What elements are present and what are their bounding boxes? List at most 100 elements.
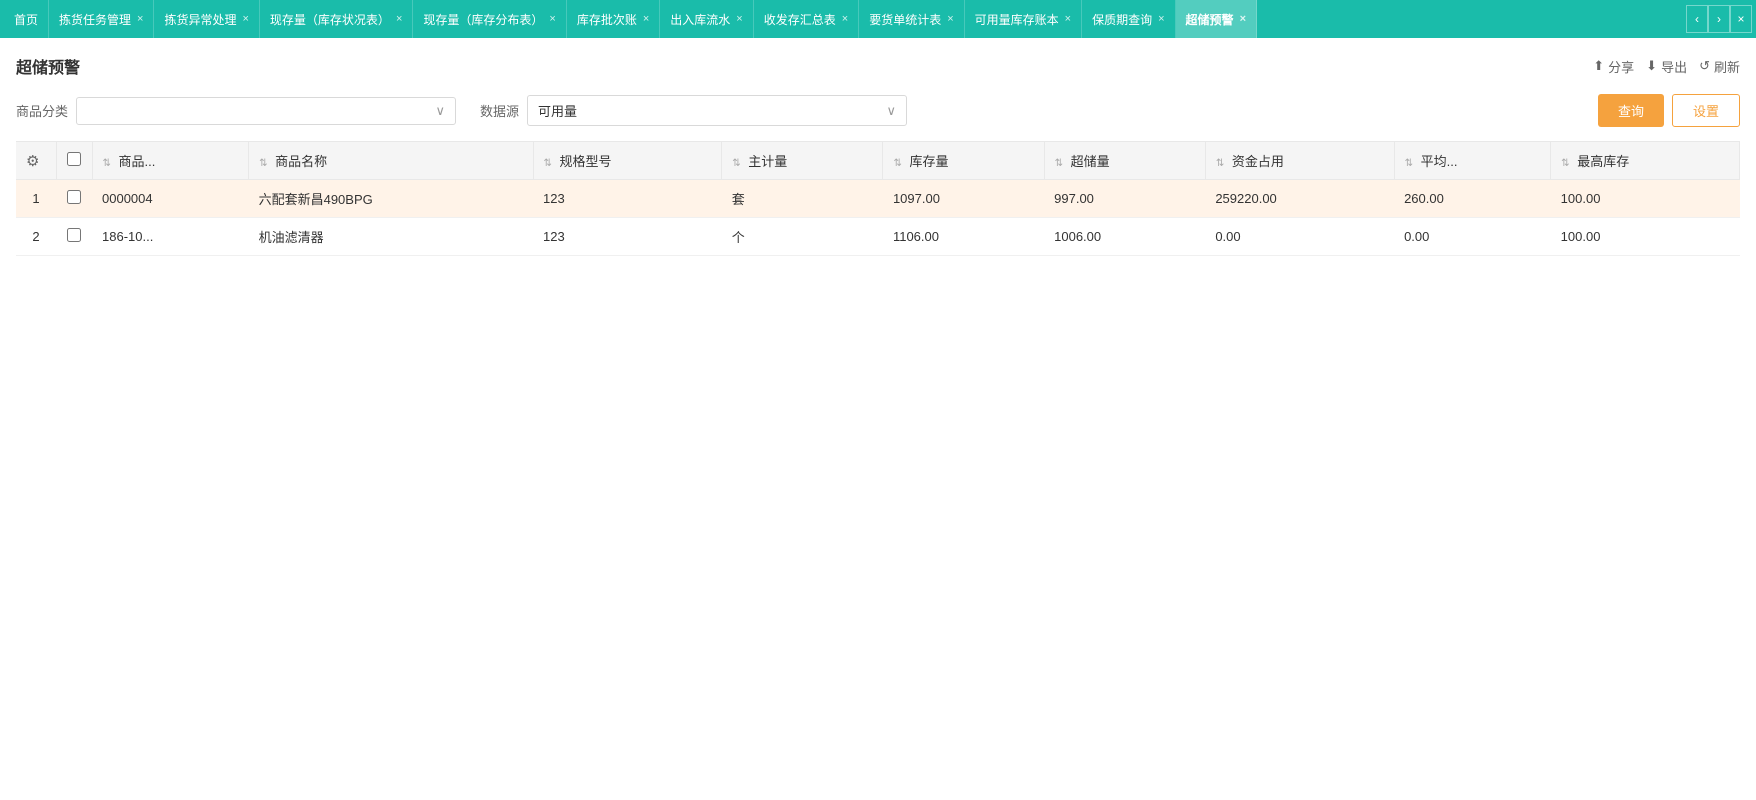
- page-header: 超储预警 ⬆ 分享 ⬇ 导出 ↺ 刷新: [16, 54, 1740, 78]
- tab-tanhuo-abnormal[interactable]: 拣货异常处理 ×: [154, 0, 259, 38]
- col-checkbox-header: [56, 142, 92, 180]
- top-navigation: 首页 拣货任务管理 × 拣货异常处理 × 现存量（库存状况表） × 现存量（库存…: [0, 0, 1756, 38]
- sort-icon-max-stock: ⇅: [1561, 158, 1569, 169]
- col-product-name-header[interactable]: ⇅ 商品名称: [249, 142, 533, 180]
- filter-buttons: 查询 设置: [1598, 94, 1740, 127]
- category-label: 商品分类: [16, 101, 68, 120]
- export-action[interactable]: ⬇ 导出: [1646, 57, 1687, 76]
- datasource-label: 数据源: [480, 101, 519, 120]
- col-unit-header[interactable]: ⇅ 主计量: [722, 142, 883, 180]
- cell-capital-2: 0.00: [1205, 218, 1394, 256]
- col-settings-header: ⚙: [16, 142, 56, 180]
- table-settings-gear[interactable]: ⚙: [26, 153, 39, 170]
- col-capital-header[interactable]: ⇅ 资金占用: [1205, 142, 1394, 180]
- cell-overstock-qty-2: 1006.00: [1044, 218, 1205, 256]
- close-tab-tanhuo-task[interactable]: ×: [137, 13, 143, 25]
- datasource-filter: 数据源 可用量 ∨: [480, 95, 907, 126]
- category-filter: 商品分类 ∨: [16, 97, 456, 125]
- col-stock-qty-header[interactable]: ⇅ 库存量: [883, 142, 1044, 180]
- table-header-row: ⚙ ⇅ 商品... ⇅ 商品名称 ⇅ 规格型号 ⇅: [16, 142, 1740, 180]
- close-tab-recv-send[interactable]: ×: [842, 13, 848, 25]
- row-checkbox-2: [56, 218, 92, 256]
- cell-spec-2: 123: [533, 218, 722, 256]
- tab-overstock-warning[interactable]: 超储预警 ×: [1176, 0, 1257, 38]
- col-spec-header[interactable]: ⇅ 规格型号: [533, 142, 722, 180]
- query-button[interactable]: 查询: [1598, 94, 1664, 127]
- sort-icon-product-name: ⇅: [259, 158, 267, 169]
- share-action[interactable]: ⬆ 分享: [1593, 57, 1634, 76]
- cell-max-stock-2: 100.00: [1551, 218, 1740, 256]
- cell-max-stock-1: 100.00: [1551, 180, 1740, 218]
- tab-in-out-flow[interactable]: 出入库流水 ×: [660, 0, 753, 38]
- row-num-2: 2: [16, 218, 56, 256]
- row-select-2[interactable]: [67, 228, 81, 242]
- nav-next-button[interactable]: ›: [1708, 5, 1730, 33]
- col-avg-price-header[interactable]: ⇅ 平均...: [1394, 142, 1551, 180]
- cell-avg-price-1: 260.00: [1394, 180, 1551, 218]
- close-tab-order-stats[interactable]: ×: [947, 13, 953, 25]
- tab-stock-status[interactable]: 现存量（库存状况表） ×: [260, 0, 413, 38]
- close-tab-stock-dist[interactable]: ×: [549, 13, 555, 25]
- close-tab-overstock-warning[interactable]: ×: [1240, 13, 1246, 25]
- refresh-icon: ↺: [1699, 58, 1710, 74]
- page-title: 超储预警: [16, 54, 80, 78]
- tab-order-stats[interactable]: 要货单统计表 ×: [859, 0, 964, 38]
- tab-home[interactable]: 首页: [4, 0, 49, 38]
- tab-recv-send[interactable]: 收发存汇总表 ×: [754, 0, 859, 38]
- cell-product-code-2: 186-10...: [92, 218, 249, 256]
- data-table: ⚙ ⇅ 商品... ⇅ 商品名称 ⇅ 规格型号 ⇅: [16, 141, 1740, 256]
- row-checkbox-1: [56, 180, 92, 218]
- close-tab-in-out-flow[interactable]: ×: [736, 13, 742, 25]
- cell-product-name-1: 六配套新昌490BPG: [249, 180, 533, 218]
- refresh-action[interactable]: ↺ 刷新: [1699, 57, 1740, 76]
- settings-button[interactable]: 设置: [1672, 94, 1740, 127]
- export-icon: ⬇: [1646, 58, 1657, 74]
- row-select-1[interactable]: [67, 190, 81, 204]
- cell-capital-1: 259220.00: [1205, 180, 1394, 218]
- tab-stock-dist[interactable]: 现存量（库存分布表） ×: [413, 0, 566, 38]
- table-row: 1 0000004 六配套新昌490BPG 123 套 1097.00 997.…: [16, 180, 1740, 218]
- col-overstock-qty-header[interactable]: ⇅ 超储量: [1044, 142, 1205, 180]
- sort-icon-capital: ⇅: [1216, 158, 1224, 169]
- close-tab-tanhuo-abnormal[interactable]: ×: [242, 13, 248, 25]
- close-tab-available-stock[interactable]: ×: [1065, 13, 1071, 25]
- close-tab-quality-expire[interactable]: ×: [1158, 13, 1164, 25]
- col-product-code-header[interactable]: ⇅ 商品...: [92, 142, 249, 180]
- datasource-dropdown-icon: ∨: [887, 103, 897, 119]
- nav-prev-button[interactable]: ‹: [1686, 5, 1708, 33]
- tab-available-stock[interactable]: 可用量库存账本 ×: [965, 0, 1082, 38]
- col-max-stock-header[interactable]: ⇅ 最高库存: [1551, 142, 1740, 180]
- sort-icon-product-code: ⇅: [103, 158, 111, 169]
- cell-stock-qty-2: 1106.00: [883, 218, 1044, 256]
- datasource-value: 可用量: [538, 101, 577, 120]
- tab-tanhuo-task[interactable]: 拣货任务管理 ×: [49, 0, 154, 38]
- category-dropdown-icon: ∨: [436, 103, 446, 119]
- cell-spec-1: 123: [533, 180, 722, 218]
- close-tab-stock-status[interactable]: ×: [396, 13, 402, 25]
- sort-icon-stock-qty: ⇅: [893, 158, 901, 169]
- cell-product-name-2: 机油滤清器: [249, 218, 533, 256]
- page-container: 超储预警 ⬆ 分享 ⬇ 导出 ↺ 刷新 商品分类 ∨ 数据源: [0, 38, 1756, 800]
- filter-row: 商品分类 ∨ 数据源 可用量 ∨ 查询 设置: [16, 94, 1740, 127]
- cell-avg-price-2: 0.00: [1394, 218, 1551, 256]
- sort-icon-spec: ⇅: [544, 158, 552, 169]
- sort-icon-avg-price: ⇅: [1405, 158, 1413, 169]
- nav-arrows: ‹ › ×: [1686, 5, 1752, 33]
- close-tab-stock-batch[interactable]: ×: [643, 13, 649, 25]
- tab-quality-expire[interactable]: 保质期查询 ×: [1082, 0, 1175, 38]
- datasource-select[interactable]: 可用量 ∨: [527, 95, 907, 126]
- share-icon: ⬆: [1593, 58, 1604, 74]
- cell-overstock-qty-1: 997.00: [1044, 180, 1205, 218]
- sort-icon-unit: ⇅: [732, 158, 740, 169]
- header-actions: ⬆ 分享 ⬇ 导出 ↺ 刷新: [1593, 57, 1740, 76]
- tab-stock-batch[interactable]: 库存批次账 ×: [567, 0, 660, 38]
- cell-unit-2: 个: [722, 218, 883, 256]
- row-num-1: 1: [16, 180, 56, 218]
- nav-close-button[interactable]: ×: [1730, 5, 1752, 33]
- cell-product-code-1: 0000004: [92, 180, 249, 218]
- cell-unit-1: 套: [722, 180, 883, 218]
- sort-icon-overstock-qty: ⇅: [1055, 158, 1063, 169]
- select-all-checkbox[interactable]: [67, 152, 81, 166]
- category-select[interactable]: ∨: [76, 97, 456, 125]
- cell-stock-qty-1: 1097.00: [883, 180, 1044, 218]
